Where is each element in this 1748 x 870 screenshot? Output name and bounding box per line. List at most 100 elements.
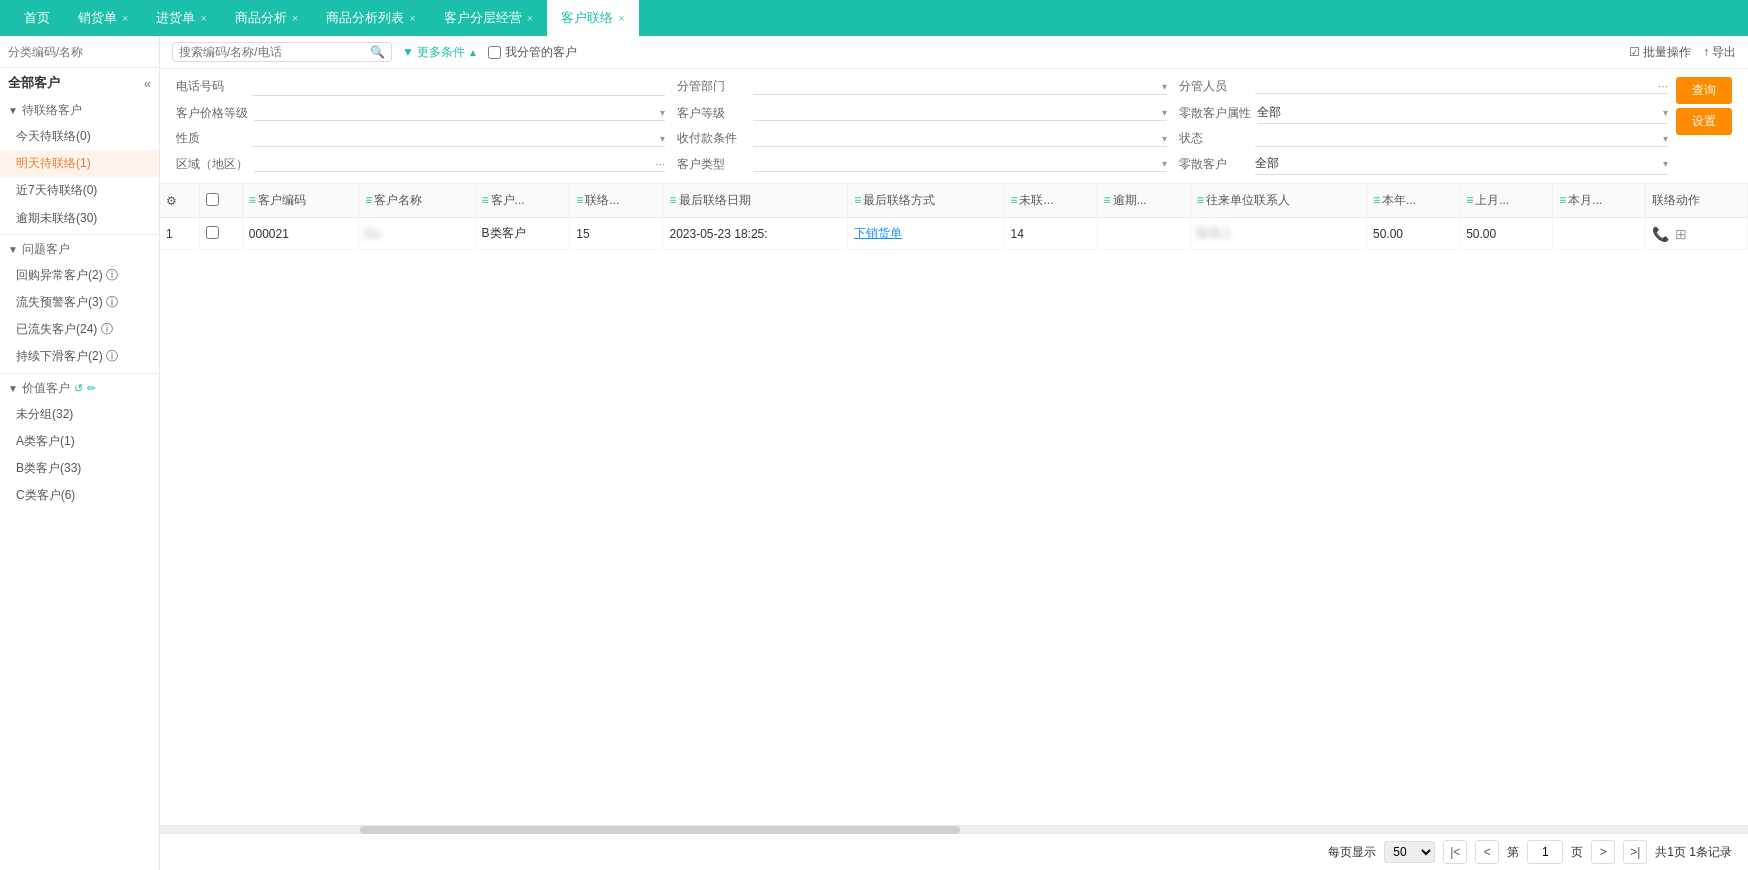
sidebar-item-tomorrow[interactable]: 明天待联络(1) [0,150,159,177]
horizontal-scrollbar[interactable] [160,825,1748,833]
phone-action-icon[interactable]: 📞 [1652,226,1669,242]
filter-row-1: 电话号码 分管部门 ▾ 分管人员 [176,77,1668,96]
nav-close-contact[interactable]: × [618,12,624,24]
sidebar-item-b-class[interactable]: B类客户(33) [0,455,159,482]
top-nav: 首页 销货单 × 进货单 × 商品分析 × 商品分析列表 × 客户分层经营 × … [0,0,1748,36]
dept-chevron-icon: ▾ [1162,81,1167,92]
sidebar-item-churned[interactable]: 已流失客户(24) ⓘ [0,316,159,343]
sidebar-item-repurchase-abnormal[interactable]: 回购异常客户(2) ⓘ [0,262,159,289]
more-filter-button[interactable]: ▼ 更多条件 ▲ [402,44,478,61]
table-row: 1 000021 Ea B类客户 15 2023-05-23 18:25: 下销… [160,218,1748,250]
query-button[interactable]: 查询 [1676,77,1732,104]
select-all-checkbox[interactable] [206,193,219,206]
search-icon[interactable]: 🔍 [370,45,385,59]
refresh-icon[interactable]: ↺ [74,382,83,395]
nature-select[interactable]: ▾ [252,131,665,147]
retail-attr-chevron: ▾ [1663,107,1668,118]
nav-sales[interactable]: 销货单 × [64,0,142,36]
right-actions: ☑ 批量操作 ↑ 导出 [1629,44,1736,61]
nav-customer-contact[interactable]: 客户联络 × [547,0,638,36]
edit-icon[interactable]: ✏ [87,382,96,395]
filter-nature: 性质 ▾ [176,130,665,147]
cell-action: 📞 ⊞ [1646,218,1748,250]
next-page-button[interactable]: > [1591,840,1615,864]
filter-customer-type: 客户类型 ▾ [677,156,1166,173]
col-settings[interactable]: ⚙ [160,184,199,218]
sidebar-item-a-class[interactable]: A类客户(1) [0,428,159,455]
payment-select[interactable]: ▾ [753,131,1166,147]
price-level-select[interactable]: ▾ [254,105,665,121]
bulk-ops-button[interactable]: ☑ 批量操作 [1629,44,1691,61]
cell-last-method[interactable]: 下销货单 [848,218,1004,250]
filter-region: 区域（地区） ··· [176,156,665,173]
nav-product-list[interactable]: 商品分析列表 × [312,0,429,36]
sidebar-divider-1 [0,234,159,235]
table-container: ⚙ ≡客户编码 ≡客户名称 ≡客户... ≡联络... ≡最后联络日期 ≡最后联… [160,184,1748,825]
col-icon-overdue: ≡ [1104,193,1111,207]
sidebar-item-declining[interactable]: 持续下滑客户(2) ⓘ [0,343,159,370]
export-button[interactable]: ↑ 导出 [1703,44,1736,61]
cell-unit-contact: 联系人 [1190,218,1366,250]
payment-chevron-icon: ▾ [1162,133,1167,144]
pending-arrow-icon: ▼ [8,105,18,116]
page-input[interactable] [1527,840,1563,864]
my-customers-input[interactable] [488,46,501,59]
cell-last-month: 50.00 [1460,218,1553,250]
filter-panel: 电话号码 分管部门 ▾ 分管人员 [160,69,1748,184]
phone-input[interactable] [252,77,665,96]
sidebar-item-7days[interactable]: 近7天待联络(0) [0,177,159,204]
col-type: ≡客户... [475,184,570,218]
prev-page-button[interactable]: < [1475,840,1499,864]
customer-level-select[interactable]: ▾ [753,105,1166,121]
retail-attr-select[interactable]: 全部 ▾ [1257,102,1668,124]
filter-row-4: 区域（地区） ··· 客户类型 ▾ [176,153,1668,175]
row-checkbox[interactable] [206,226,219,239]
nav-close-sales[interactable]: × [122,12,128,24]
status-select[interactable]: ▾ [1255,131,1668,147]
sidebar-group-problem[interactable]: ▼ 问题客户 [0,237,159,262]
col-checkbox[interactable] [199,184,242,218]
sidebar-group-pending[interactable]: ▼ 待联络客户 [0,98,159,123]
first-page-button[interactable]: |< [1443,840,1467,864]
cell-contact-count: 15 [570,218,663,250]
sidebar-item-overdue[interactable]: 逾期未联络(30) [0,205,159,232]
col-icon-last-month: ≡ [1466,193,1473,207]
sidebar-item-today[interactable]: 今天待联络(0) [0,123,159,150]
nav-home[interactable]: 首页 [10,0,64,36]
grid-action-icon[interactable]: ⊞ [1675,226,1687,242]
col-icon: ≡ [249,193,256,207]
nav-product-analysis[interactable]: 商品分析 × [221,0,312,36]
nav-close-tier[interactable]: × [527,12,533,24]
content-area: 🔍 ▼ 更多条件 ▲ 我分管的客户 ☑ 批量操作 ↑ 导出 [160,36,1748,870]
retail-customer-select[interactable]: 全部 ▾ [1255,153,1668,175]
nav-close-analysis[interactable]: × [292,12,298,24]
last-page-button[interactable]: >| [1623,840,1647,864]
sidebar-item-c-class[interactable]: C类客户(6) [0,482,159,509]
filter-person: 分管人员 ··· [1179,78,1668,95]
page-size-select[interactable]: 50 100 200 [1384,841,1435,863]
cell-checkbox[interactable] [199,218,242,250]
sidebar-item-churn-warning[interactable]: 流失预警客户(3) ⓘ [0,289,159,316]
method-link[interactable]: 下销货单 [854,226,902,240]
nav-close-purchase[interactable]: × [200,12,206,24]
dept-select[interactable]: ▾ [753,79,1166,95]
customer-type-select[interactable]: ▾ [753,156,1166,172]
settings-button[interactable]: 设置 [1676,108,1732,135]
col-overdue: ≡逾期... [1097,184,1190,218]
col-icon-this-month: ≡ [1559,193,1566,207]
nav-purchase[interactable]: 进货单 × [142,0,220,36]
sidebar-group-value[interactable]: ▼ 价值客户 ↺ ✏ [0,376,159,401]
filter-row-2: 客户价格等级 ▾ 客户等级 ▾ [176,102,1668,124]
person-dots-icon[interactable]: ··· [1658,79,1668,93]
sidebar-search-input[interactable] [8,45,158,59]
nav-customer-tier[interactable]: 客户分层经营 × [430,0,547,36]
sidebar-all-customers[interactable]: 全部客户 « [0,68,159,98]
col-last-method: ≡最后联络方式 [848,184,1004,218]
nav-close-list[interactable]: × [409,12,415,24]
my-customers-checkbox[interactable]: 我分管的客户 [488,44,577,61]
search-input[interactable] [179,45,366,59]
filter-status: 状态 ▾ [1179,130,1668,147]
scrollbar-thumb[interactable] [360,826,960,834]
region-dots-icon[interactable]: ··· [655,157,665,171]
sidebar-item-ungrouped[interactable]: 未分组(32) [0,401,159,428]
